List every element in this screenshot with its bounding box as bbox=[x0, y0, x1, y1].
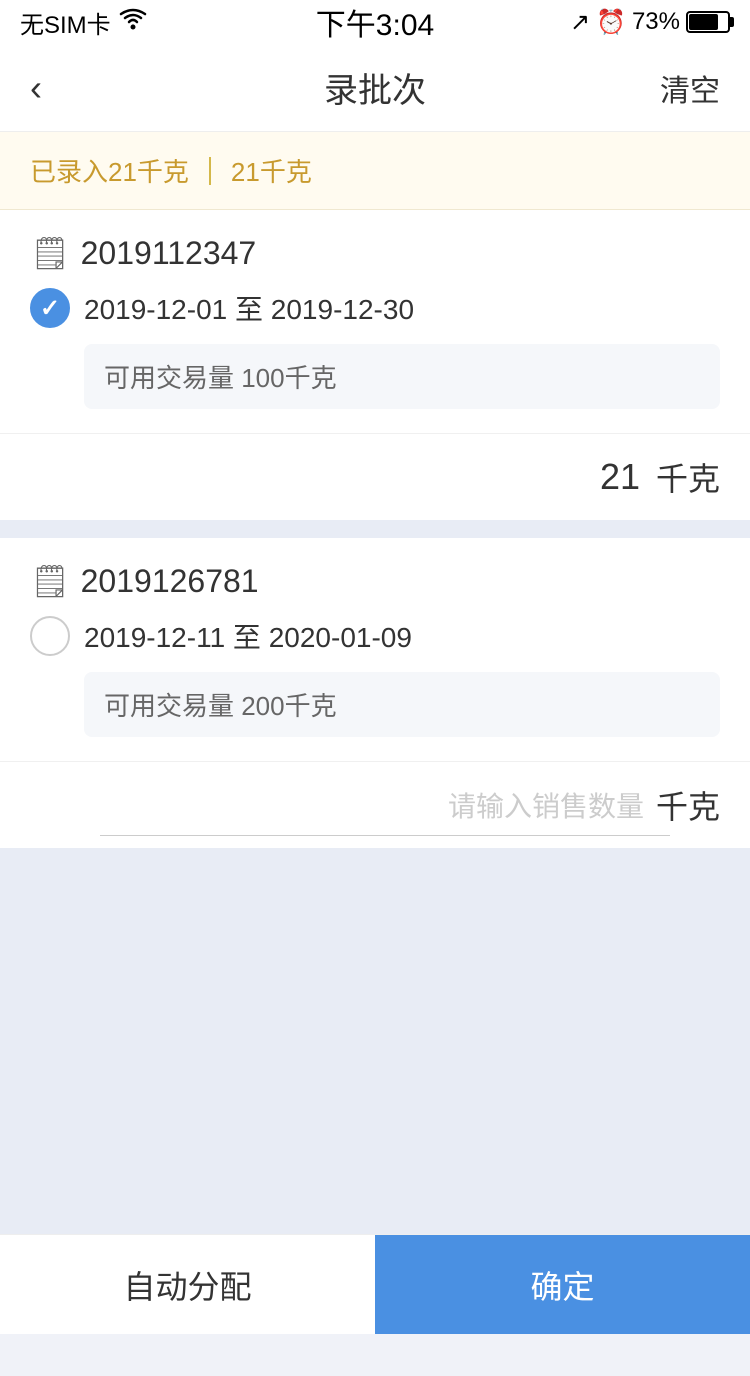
status-bar: 无SIM卡 下午3:04 ↗ ⏰ 73% bbox=[0, 0, 750, 44]
batch2-card: 🗒 2019126781 2019-12-11 至 2020-01-09 可用交… bbox=[0, 538, 750, 762]
auto-distribute-button[interactable]: 自动分配 bbox=[0, 1235, 375, 1334]
batch2-unit: 千克 bbox=[656, 782, 720, 828]
confirm-button[interactable]: 确定 bbox=[375, 1235, 750, 1334]
batch2-id: 2019126781 bbox=[81, 563, 259, 600]
carrier-text: 无SIM卡 bbox=[20, 5, 111, 40]
batch2-input-placeholder[interactable]: 请输入销售数量 bbox=[448, 785, 644, 825]
batch1-card: 🗒 2019112347 2019-12-01 至 2019-12-30 可用交… bbox=[0, 210, 750, 434]
info-divider bbox=[209, 157, 211, 185]
status-time: 下午3:04 bbox=[316, 0, 434, 44]
gray-area bbox=[0, 856, 750, 1276]
batch1-id-row: 🗒 2019112347 bbox=[30, 234, 720, 272]
page-title: 录批次 bbox=[324, 63, 426, 112]
batch1-quantity-value[interactable]: 21 bbox=[600, 456, 640, 498]
batch2-date: 2019-12-11 至 2020-01-09 bbox=[84, 616, 412, 656]
batch2-input-underline bbox=[100, 835, 670, 836]
batch2-available: 可用交易量 200千克 bbox=[84, 672, 720, 737]
doc-icon-2: 🗒 bbox=[30, 562, 71, 600]
batch1-unit: 千克 bbox=[656, 454, 720, 500]
battery-icon bbox=[686, 11, 730, 33]
doc-icon-1: 🗒 bbox=[30, 234, 71, 272]
back-button[interactable]: ‹ bbox=[30, 67, 90, 109]
batch1-date: 2019-12-01 至 2019-12-30 bbox=[84, 288, 414, 328]
clear-button[interactable]: 清空 bbox=[660, 66, 720, 110]
batch2-id-row: 🗒 2019126781 bbox=[30, 562, 720, 600]
info-value: 21千克 bbox=[231, 152, 312, 189]
batch1-quantity-area: 21 bbox=[600, 456, 640, 498]
status-right: ↗ ⏰ 73% bbox=[570, 8, 730, 37]
battery-percent: 73% bbox=[632, 8, 680, 36]
batch2-input-row: 请输入销售数量 千克 bbox=[0, 762, 750, 856]
bottom-bar: 自动分配 确定 bbox=[0, 1234, 750, 1334]
status-left: 无SIM卡 bbox=[20, 5, 147, 40]
location-icon: ↗ bbox=[570, 8, 590, 37]
batch1-quantity-row: 21 千克 bbox=[0, 434, 750, 528]
batch1-radio[interactable] bbox=[30, 288, 70, 328]
wifi-icon bbox=[119, 8, 147, 37]
batch1-available: 可用交易量 100千克 bbox=[84, 344, 720, 409]
batch2-date-row[interactable]: 2019-12-11 至 2020-01-09 bbox=[30, 616, 720, 656]
batch1-date-row[interactable]: 2019-12-01 至 2019-12-30 bbox=[30, 288, 720, 328]
nav-bar: ‹ 录批次 清空 bbox=[0, 44, 750, 132]
alarm-icon: ⏰ bbox=[596, 8, 626, 37]
batch2-radio[interactable] bbox=[30, 616, 70, 656]
batch1-id: 2019112347 bbox=[81, 235, 257, 272]
info-label: 已录入21千克 bbox=[30, 152, 189, 189]
info-banner: 已录入21千克 21千克 bbox=[0, 132, 750, 210]
section-divider bbox=[0, 528, 750, 538]
